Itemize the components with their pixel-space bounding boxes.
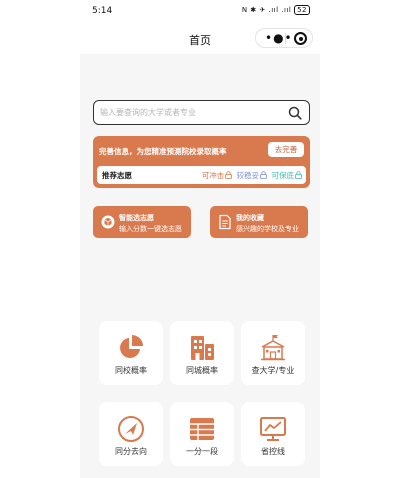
status-time: 5:14	[92, 6, 113, 16]
chance-stable[interactable]: 较稳妥	[237, 171, 268, 180]
capsule-divider	[285, 33, 286, 44]
signal-icons: N ✱ ✈ .ııl .ııl	[241, 6, 292, 14]
chance-rush[interactable]: 可冲击	[202, 171, 233, 180]
recommend-title: 推荐志愿	[102, 171, 132, 180]
search-icon[interactable]	[288, 106, 302, 120]
complete-info-text: 完善信息，为您精准预测院校录取概率	[99, 147, 227, 156]
my-favorites-card[interactable]: 我的收藏 感兴趣的学校及专业	[210, 206, 308, 238]
nav-bar: 首页 •●•	[80, 24, 320, 54]
lock-icon	[260, 171, 268, 179]
smart-select-card[interactable]: 智能选志愿 输入分数一键选志愿	[93, 206, 191, 238]
buildings-icon	[191, 336, 214, 360]
grid-score-segment-label: 一分一段	[186, 447, 218, 456]
mini-program-capsule: •●•	[255, 28, 313, 48]
status-indicators: N ✱ ✈ .ııl .ııl 52	[241, 5, 310, 15]
recommend-row[interactable]: 推荐志愿 可冲击 较稳妥 可保底	[97, 166, 306, 184]
monitor-chart-icon	[260, 417, 286, 441]
search-input[interactable]	[100, 105, 280, 120]
pie-chart-icon	[120, 335, 143, 358]
grid-control-line[interactable]: 省控线	[241, 402, 305, 466]
grid-search-university-label: 查大学/专业	[251, 366, 295, 375]
smart-select-title: 智能选志愿	[119, 214, 154, 222]
grid-score-segment[interactable]: 一分一段	[170, 402, 234, 466]
grid-same-school[interactable]: 同校概率	[99, 321, 163, 385]
chance-rush-label: 可冲击	[201, 171, 225, 180]
grid-control-line-label: 省控线	[261, 447, 285, 456]
grid-same-school-label: 同校概率	[115, 366, 147, 375]
target-icon[interactable]	[294, 32, 307, 45]
chance-safe[interactable]: 可保底	[272, 171, 303, 180]
lock-icon	[295, 171, 302, 179]
status-bar: 5:14 N ✱ ✈ .ııl .ııl 52	[80, 0, 320, 24]
smart-select-subtitle: 输入分数一键选志愿	[119, 225, 182, 233]
cube-icon	[101, 215, 115, 229]
battery-icon: 52	[294, 5, 310, 15]
document-icon	[219, 214, 231, 230]
chance-safe-label: 可保底	[271, 171, 295, 180]
table-icon	[190, 418, 214, 440]
grid-search-university[interactable]: 查大学/专业	[241, 321, 305, 385]
grid-same-city-label: 同城概率	[186, 366, 218, 375]
chance-tags: 可冲击 较稳妥 可保底	[200, 170, 302, 181]
complete-info-button[interactable]: 去完善	[268, 142, 304, 157]
grid-same-score-label: 同分去向	[115, 447, 147, 456]
my-favorites-title: 我的收藏	[236, 214, 264, 222]
more-dots-icon[interactable]: •●•	[265, 30, 293, 46]
complete-info-card: 完善信息，为您精准预测院校录取概率 去完善 推荐志愿 可冲击 较稳妥 可保底	[93, 136, 310, 188]
lock-icon	[225, 171, 233, 179]
grid-same-score[interactable]: 同分去向	[99, 402, 163, 466]
search-box[interactable]	[93, 100, 310, 125]
my-favorites-subtitle: 感兴趣的学校及专业	[236, 225, 299, 233]
chance-stable-label: 较稳妥	[236, 171, 260, 180]
phone-screen: 5:14 N ✱ ✈ .ııl .ııl 52 首页 •●• 完善信息，为您精准…	[80, 0, 320, 478]
grid-same-city[interactable]: 同城概率	[170, 321, 234, 385]
compass-icon	[118, 416, 144, 442]
school-icon	[261, 335, 285, 361]
